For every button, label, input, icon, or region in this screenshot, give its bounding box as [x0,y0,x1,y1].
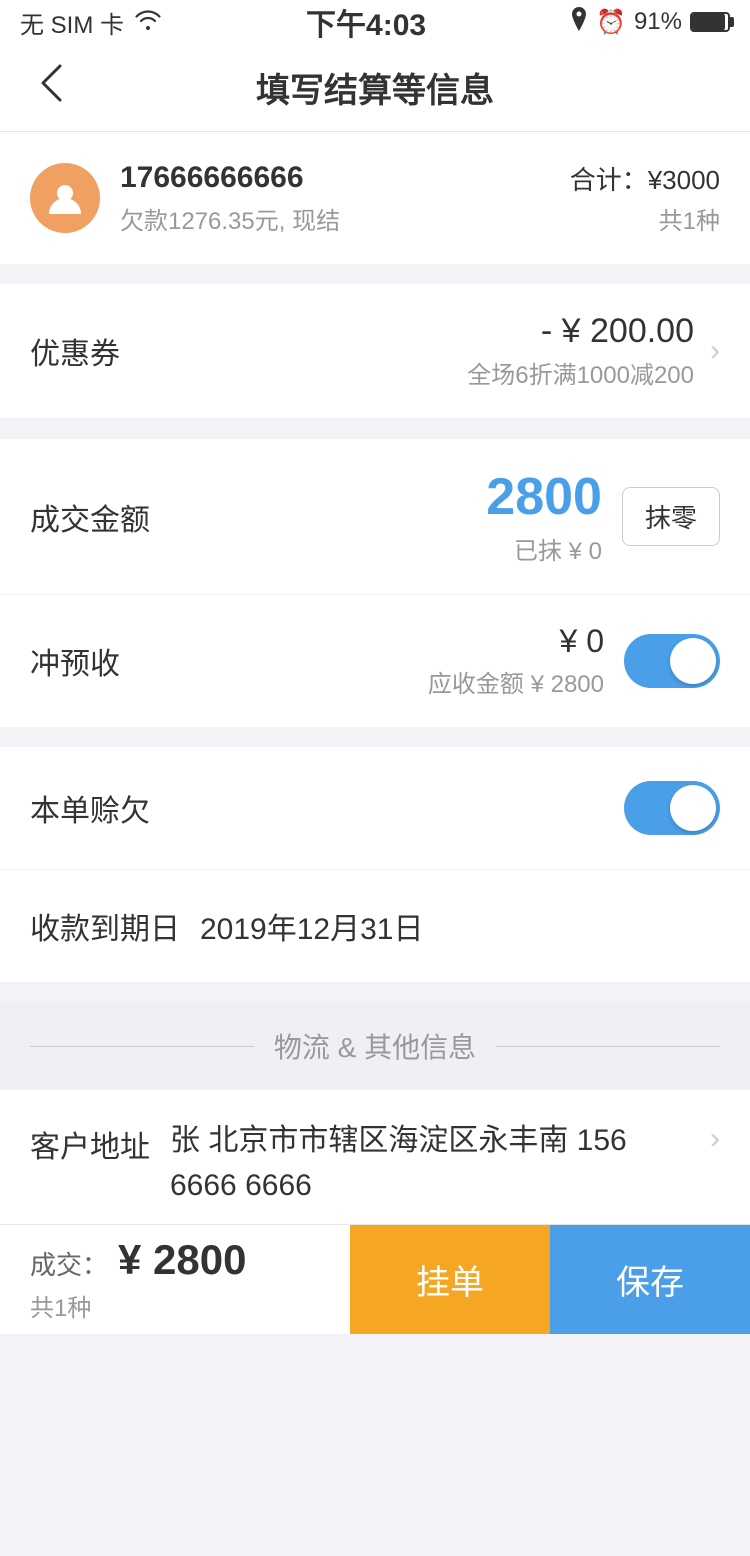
location-icon [570,7,588,38]
coupon-row[interactable]: 优惠券 - ¥ 200.00 全场6折满1000减200 › [0,284,750,419]
coupon-chevron-icon: › [710,334,720,368]
save-button[interactable]: 保存 [550,1225,750,1334]
duedate-value: 2019年12月31日 [200,904,423,948]
alarm-icon: ⏰ [596,8,626,37]
bottom-sub: 共1种 [30,1288,320,1323]
wifi-icon [134,8,162,37]
customer-card: 17666666666 欠款1276.35元, 现结 合计：¥3000 共1种 [0,132,750,264]
status-right: ⏰ 91% [570,7,730,38]
bottom-amount: ¥ 2800 [118,1236,246,1284]
bottom-info: 成交： ¥ 2800 共1种 [0,1236,350,1323]
bottom-deal: 成交： ¥ 2800 [30,1236,320,1284]
coupon-right: - ¥ 200.00 全场6折满1000减200 › [467,312,720,390]
logistics-line-left [30,1046,254,1047]
logistics-line-right [496,1046,720,1047]
bottom-actions: 挂单 保存 [350,1225,750,1334]
logistics-header: 物流 & 其他信息 [0,1002,750,1090]
battery-level: 91% [634,8,682,36]
content-area: 17666666666 欠款1276.35元, 现结 合计：¥3000 共1种 … [0,132,750,1556]
address-value: 张 北京市市辖区海淀区永丰南 156 6666 6666 [170,1118,700,1208]
customer-left: 17666666666 欠款1276.35元, 现结 [30,161,340,236]
page-title: 填写结算等信息 [256,63,494,112]
avatar [30,163,100,233]
arrears-label: 本单赊欠 [30,786,150,830]
customer-info: 17666666666 欠款1276.35元, 现结 [120,161,340,236]
hang-button[interactable]: 挂单 [350,1225,550,1334]
duedate-label: 收款到期日 [30,904,180,948]
bottom-deal-label: 成交： [30,1245,108,1282]
total-label: 合计：¥3000 [570,160,720,197]
status-left: 无 SIM 卡 [20,5,162,40]
prepay-toggle[interactable] [624,634,720,688]
prepay-amount-wrap: ¥ 0 应收金额 ¥ 2800 [428,623,604,699]
coupon-value: - ¥ 200.00 全场6折满1000减200 [467,312,694,390]
bottom-bar: 成交： ¥ 2800 共1种 挂单 保存 [0,1224,750,1334]
toggle-knob [670,638,716,684]
status-bar: 无 SIM 卡 下午4:03 ⏰ 91% [0,0,750,44]
divider-2 [0,419,750,439]
nav-bar: 填写结算等信息 [0,44,750,132]
arrears-toggle-knob [670,785,716,831]
address-chevron-icon: › [700,1118,720,1156]
deal-right: 2800 已抹 ¥ 0 抹零 [486,467,720,566]
prepay-amount: ¥ 0 [428,623,604,660]
battery-icon [690,12,730,32]
coupon-amount: - ¥ 200.00 [467,312,694,351]
prepay-row: 冲预收 ¥ 0 应收金额 ¥ 2800 [0,595,750,727]
duedate-row: 收款到期日 2019年12月31日 [0,870,750,982]
customer-right: 合计：¥3000 共1种 [570,160,720,236]
deal-sub: 已抹 ¥ 0 [486,531,602,566]
divider-1 [0,264,750,284]
customer-sub: 欠款1276.35元, 现结 [120,201,340,236]
prepay-sub: 应收金额 ¥ 2800 [428,664,604,699]
deal-amount-label: 成交金额 [30,495,150,539]
round-button[interactable]: 抹零 [622,487,720,546]
arrears-toggle[interactable] [624,781,720,835]
customer-phone: 17666666666 [120,161,340,195]
logistics-title: 物流 & 其他信息 [254,1026,496,1066]
coupon-sub: 全场6折满1000减200 [467,355,694,390]
address-row[interactable]: 客户地址 张 北京市市辖区海淀区永丰南 156 6666 6666 › [0,1090,750,1236]
divider-4 [0,982,750,1002]
divider-3 [0,727,750,747]
coupon-label: 优惠券 [30,329,120,373]
deal-amount-wrap: 2800 已抹 ¥ 0 [486,467,602,566]
back-button[interactable] [30,54,72,121]
prepay-label: 冲预收 [30,639,120,683]
total-sub: 共1种 [570,201,720,236]
prepay-right: ¥ 0 应收金额 ¥ 2800 [428,623,720,699]
arrears-row: 本单赊欠 [0,747,750,869]
status-time: 下午4:03 [306,0,426,44]
deal-amount-value: 2800 [486,467,602,527]
deal-amount-row: 成交金额 2800 已抹 ¥ 0 抹零 [0,439,750,595]
address-label: 客户地址 [30,1118,150,1166]
carrier-text: 无 SIM 卡 [20,5,124,40]
